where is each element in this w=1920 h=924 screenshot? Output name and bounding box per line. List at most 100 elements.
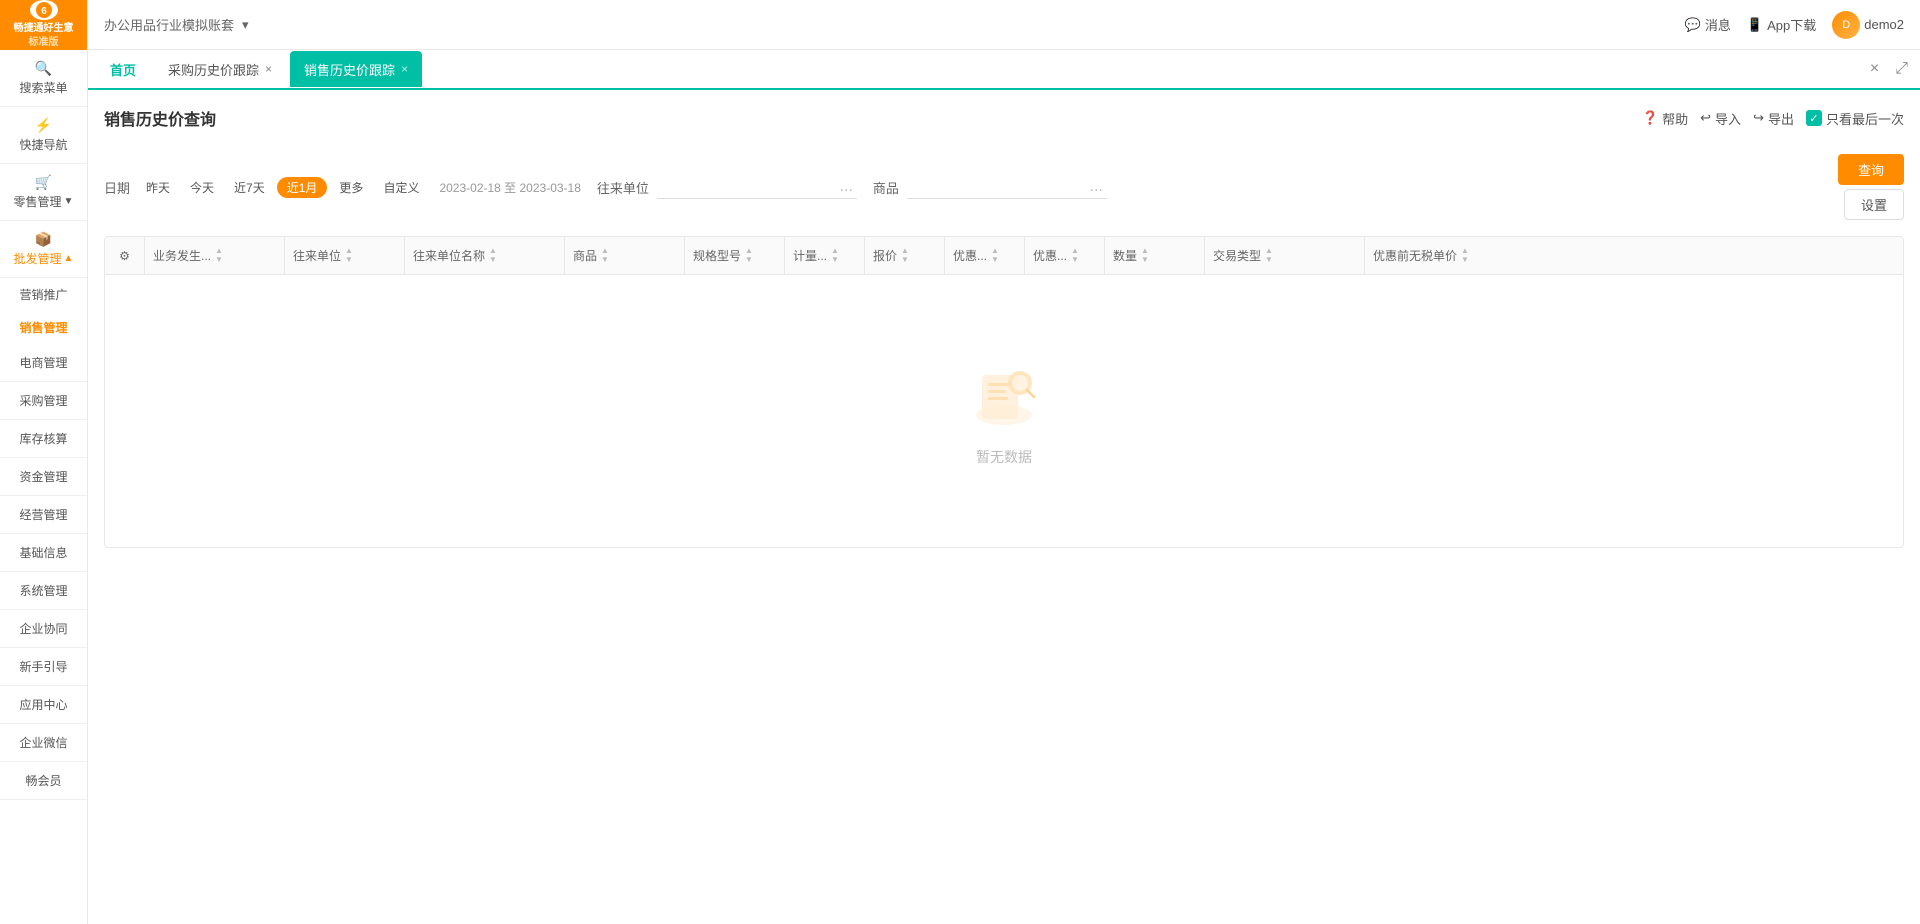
date-today-button[interactable]: 今天 bbox=[182, 177, 222, 198]
date-custom-button[interactable]: 自定义 bbox=[375, 177, 427, 198]
sort-icon: ▲ ▼ bbox=[1461, 247, 1469, 264]
download-icon: 📱 bbox=[1747, 17, 1763, 33]
export-icon: ↪ bbox=[1753, 110, 1764, 126]
source-filter-label: 往来单位 bbox=[597, 178, 649, 197]
sidebar-item-operation[interactable]: 经营管理 bbox=[0, 496, 87, 534]
sidebar-item-marketing[interactable]: 营销推广 bbox=[0, 278, 87, 311]
sort-icon: ▲ ▼ bbox=[831, 247, 839, 264]
message-label: 消息 bbox=[1705, 15, 1731, 34]
th-discount1[interactable]: 优惠... ▲ ▼ bbox=[945, 237, 1025, 274]
sidebar-item-label: 新手引导 bbox=[19, 658, 67, 675]
sort-icon: ▲ ▼ bbox=[745, 247, 753, 264]
sidebar-item-member[interactable]: 畅会员 bbox=[0, 762, 87, 800]
avatar: D bbox=[1832, 11, 1860, 39]
page-title: 销售历史价查询 bbox=[104, 106, 216, 130]
th-biz-date-label: 业务发生... bbox=[153, 247, 211, 264]
wholesale-icon: 📦 bbox=[35, 231, 52, 248]
user-profile-button[interactable]: D demo2 bbox=[1832, 11, 1904, 39]
purchase-tab-close[interactable]: × bbox=[265, 62, 272, 76]
source-input-box: ... bbox=[657, 176, 857, 199]
export-button[interactable]: ↪ 导出 bbox=[1753, 109, 1794, 128]
th-unit-name[interactable]: 往来单位名称 ▲ ▼ bbox=[405, 237, 565, 274]
th-spec[interactable]: 规格型号 ▲ ▼ bbox=[685, 237, 785, 274]
th-unit-label: 计量... bbox=[793, 247, 827, 264]
th-qty[interactable]: 数量 ▲ ▼ bbox=[1105, 237, 1205, 274]
th-settings[interactable]: ⚙ bbox=[105, 237, 145, 274]
th-no-tax-price-label: 优惠前无税单价 bbox=[1373, 247, 1457, 264]
th-unit-code[interactable]: 往来单位 ▲ ▼ bbox=[285, 237, 405, 274]
th-unit[interactable]: 计量... ▲ ▼ bbox=[785, 237, 865, 274]
message-icon: 💬 bbox=[1685, 17, 1701, 33]
th-price-label: 报价 bbox=[873, 247, 897, 264]
th-trade-type-label: 交易类型 bbox=[1213, 247, 1261, 264]
th-discount2[interactable]: 优惠... ▲ ▼ bbox=[1025, 237, 1105, 274]
date-1month-button[interactable]: 近1月 bbox=[277, 177, 328, 198]
header-left: 办公用品行业模拟账套 ▾ bbox=[104, 15, 249, 34]
purchase-tab-label: 采购历史价跟踪 bbox=[168, 60, 259, 79]
sidebar-item-app-center[interactable]: 应用中心 bbox=[0, 686, 87, 724]
tab-home[interactable]: 首页 bbox=[96, 51, 150, 87]
close-all-tabs-button[interactable]: × bbox=[1866, 56, 1883, 82]
sidebar-item-label: 批发管理 bbox=[14, 250, 62, 267]
home-tab-label: 首页 bbox=[110, 60, 136, 79]
tab-purchase-history[interactable]: 采购历史价跟踪 × bbox=[154, 51, 286, 87]
th-unit-code-label: 往来单位 bbox=[293, 247, 341, 264]
sidebar-item-inventory[interactable]: 库存核算 bbox=[0, 420, 87, 458]
svg-text:6: 6 bbox=[41, 6, 47, 17]
sidebar-item-label: 畅会员 bbox=[25, 772, 61, 789]
source-dots-button[interactable]: ... bbox=[840, 178, 853, 196]
sidebar-item-basics[interactable]: 基础信息 bbox=[0, 534, 87, 572]
app-logo[interactable]: 6 畅捷通好生意 标准版 bbox=[0, 0, 87, 50]
th-no-tax-price[interactable]: 优惠前无税单价 ▲ ▼ bbox=[1365, 237, 1525, 274]
th-biz-date[interactable]: 业务发生... ▲ ▼ bbox=[145, 237, 285, 274]
product-input-box: ... bbox=[907, 176, 1107, 199]
sidebar-item-label: 搜索菜单 bbox=[19, 79, 67, 96]
sidebar-item-label: 销售管理 bbox=[19, 319, 67, 336]
th-trade-type[interactable]: 交易类型 ▲ ▼ bbox=[1205, 237, 1365, 274]
th-product[interactable]: 商品 ▲ ▼ bbox=[565, 237, 685, 274]
sidebar-item-label: 快捷导航 bbox=[19, 136, 67, 153]
maximize-button[interactable]: ⤢ bbox=[1891, 56, 1912, 82]
empty-text: 暂无数据 bbox=[976, 447, 1032, 467]
sidebar-item-sales-mgmt[interactable]: 销售管理 bbox=[0, 311, 87, 344]
product-input[interactable] bbox=[911, 179, 1090, 194]
date-7days-button[interactable]: 近7天 bbox=[226, 177, 273, 198]
sidebar-item-quick-nav[interactable]: ⚡ 快捷导航 bbox=[0, 107, 87, 164]
quick-nav-icon: ⚡ bbox=[35, 117, 52, 134]
sidebar-item-ecommerce[interactable]: 电商管理 bbox=[0, 344, 87, 382]
sidebar-item-system[interactable]: 系统管理 bbox=[0, 572, 87, 610]
import-button[interactable]: ↩ 导入 bbox=[1700, 109, 1741, 128]
breadcrumb-dropdown-icon[interactable]: ▾ bbox=[242, 17, 249, 33]
import-label: 导入 bbox=[1715, 109, 1741, 128]
sidebar-item-enterprise[interactable]: 企业协同 bbox=[0, 610, 87, 648]
export-label: 导出 bbox=[1768, 109, 1794, 128]
sidebar-item-guide[interactable]: 新手引导 bbox=[0, 648, 87, 686]
app-download-button[interactable]: 📱 App下载 bbox=[1747, 15, 1816, 34]
sidebar-item-search[interactable]: 🔍 搜索菜单 bbox=[0, 50, 87, 107]
sidebar-item-label: 营销推广 bbox=[19, 286, 67, 303]
sidebar-item-wechat[interactable]: 企业微信 bbox=[0, 724, 87, 762]
message-button[interactable]: 💬 消息 bbox=[1685, 15, 1731, 34]
sidebar-item-label: 基础信息 bbox=[19, 544, 67, 561]
data-table: ⚙ 业务发生... ▲ ▼ 往来单位 ▲ ▼ bbox=[104, 236, 1904, 548]
empty-state: 暂无数据 bbox=[105, 275, 1903, 547]
sort-icon: ▲ ▼ bbox=[345, 247, 353, 264]
date-more-button[interactable]: 更多 bbox=[331, 177, 371, 198]
sidebar-item-label: 企业协同 bbox=[19, 620, 67, 637]
sidebar-item-purchase[interactable]: 采购管理 bbox=[0, 382, 87, 420]
sidebar-item-finance[interactable]: 资金管理 bbox=[0, 458, 87, 496]
date-yesterday-button[interactable]: 昨天 bbox=[138, 177, 178, 198]
only-last-checkbox[interactable]: ✓ 只看最后一次 bbox=[1806, 109, 1904, 128]
product-dots-button[interactable]: ... bbox=[1090, 178, 1103, 196]
sidebar-item-wholesale[interactable]: 📦 批发管理 ▲ bbox=[0, 221, 87, 278]
settings-button[interactable]: 设置 bbox=[1844, 189, 1904, 220]
sidebar-item-label: 零售管理 bbox=[14, 193, 62, 210]
tab-sales-history[interactable]: 销售历史价跟踪 × bbox=[290, 51, 422, 87]
help-button[interactable]: ❓ 帮助 bbox=[1642, 109, 1688, 128]
source-input[interactable] bbox=[661, 179, 840, 194]
query-button[interactable]: 查询 bbox=[1838, 154, 1904, 185]
sales-tab-close[interactable]: × bbox=[401, 62, 408, 76]
user-name: demo2 bbox=[1864, 17, 1904, 32]
sidebar-item-retail[interactable]: 🛒 零售管理 ▼ bbox=[0, 164, 87, 221]
th-price[interactable]: 报价 ▲ ▼ bbox=[865, 237, 945, 274]
